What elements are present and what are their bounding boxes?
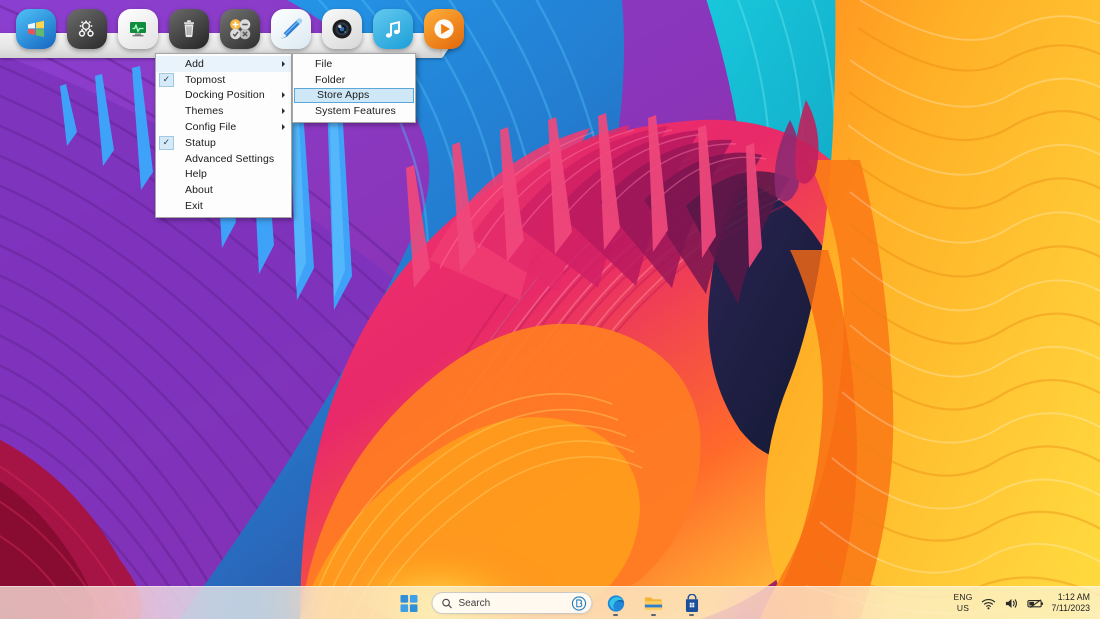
- taskbar-center-group: Search: [394, 587, 707, 619]
- search-icon: [442, 598, 453, 609]
- chevron-right-icon: [282, 92, 285, 98]
- submenu-item-label: Store Apps: [317, 89, 369, 101]
- menu-item-label: Config File: [185, 121, 236, 133]
- menu-item-exit[interactable]: Exit: [156, 198, 291, 214]
- menu-item-label: Add: [185, 58, 204, 70]
- clock-date: 7/11/2023: [1052, 603, 1090, 614]
- gears-settings-icon[interactable]: [67, 9, 107, 49]
- menu-item-config-file[interactable]: Config File: [156, 119, 291, 135]
- submenu-item-label: Folder: [315, 74, 345, 86]
- language-line-2: US: [953, 603, 972, 614]
- menu-item-label: Docking Position: [185, 89, 265, 101]
- search-placeholder: Search: [459, 598, 566, 609]
- search-input[interactable]: Search: [432, 592, 593, 614]
- submenu-item-system-features[interactable]: System Features: [293, 103, 415, 119]
- language-line-1: ENG: [953, 592, 972, 603]
- clock[interactable]: 1:12 AM 7/11/2023: [1052, 592, 1090, 614]
- language-indicator[interactable]: ENG US: [953, 592, 972, 613]
- camera-icon[interactable]: [322, 9, 362, 49]
- submenu-item-label: File: [315, 58, 332, 70]
- submenu-item-label: System Features: [315, 105, 396, 117]
- wifi-icon[interactable]: [981, 597, 996, 610]
- menu-item-topmost[interactable]: ✓ Topmost: [156, 72, 291, 88]
- copilot-button[interactable]: [572, 596, 587, 611]
- file-explorer-icon[interactable]: [639, 589, 669, 617]
- menu-item-about[interactable]: About: [156, 182, 291, 198]
- dock-icon-strip[interactable]: [0, 0, 442, 58]
- running-indicator: [651, 614, 656, 617]
- menu-item-label: Advanced Settings: [185, 153, 274, 165]
- menu-item-help[interactable]: Help: [156, 167, 291, 183]
- menu-item-add[interactable]: Add: [156, 56, 291, 72]
- microsoft-store-icon[interactable]: [677, 589, 707, 617]
- dock-context-menu[interactable]: Add ✓ Topmost Docking Position Themes Co…: [155, 53, 292, 218]
- menu-item-label: Help: [185, 168, 207, 180]
- add-submenu[interactable]: File Folder Store Apps System Features: [292, 53, 416, 123]
- media-play-icon[interactable]: [424, 9, 464, 49]
- chevron-right-icon: [282, 108, 285, 114]
- menu-item-statup[interactable]: ✓ Statup: [156, 135, 291, 151]
- chevron-right-icon: [282, 61, 285, 67]
- music-note-icon[interactable]: [373, 9, 413, 49]
- start-button[interactable]: [394, 589, 424, 617]
- battery-icon[interactable]: [1027, 598, 1044, 609]
- submenu-item-folder[interactable]: Folder: [293, 72, 415, 88]
- edge-icon[interactable]: [601, 589, 631, 617]
- running-indicator: [613, 614, 618, 617]
- menu-item-label: Statup: [185, 137, 216, 149]
- windows-flag-icon[interactable]: [16, 9, 56, 49]
- menu-item-label: About: [185, 184, 213, 196]
- menu-item-label: Exit: [185, 200, 203, 212]
- submenu-item-store-apps[interactable]: Store Apps: [294, 88, 414, 104]
- menu-item-advanced-settings[interactable]: Advanced Settings: [156, 151, 291, 167]
- control-buttons-icon[interactable]: [220, 9, 260, 49]
- clock-time: 1:12 AM: [1052, 592, 1090, 603]
- submenu-item-file[interactable]: File: [293, 56, 415, 72]
- check-icon: ✓: [159, 73, 174, 87]
- task-manager-icon[interactable]: [118, 9, 158, 49]
- pen-paint-icon[interactable]: [271, 9, 311, 49]
- system-tray: ENG US: [953, 587, 1090, 619]
- menu-item-docking-position[interactable]: Docking Position: [156, 88, 291, 104]
- menu-item-label: Themes: [185, 105, 224, 117]
- volume-icon[interactable]: [1004, 597, 1019, 610]
- menu-item-themes[interactable]: Themes: [156, 103, 291, 119]
- menu-item-label: Topmost: [185, 74, 225, 86]
- recycle-bin-icon[interactable]: [169, 9, 209, 49]
- running-indicator: [689, 614, 694, 617]
- check-icon: ✓: [159, 136, 174, 150]
- chevron-right-icon: [282, 124, 285, 130]
- windows-taskbar[interactable]: Search: [0, 586, 1100, 619]
